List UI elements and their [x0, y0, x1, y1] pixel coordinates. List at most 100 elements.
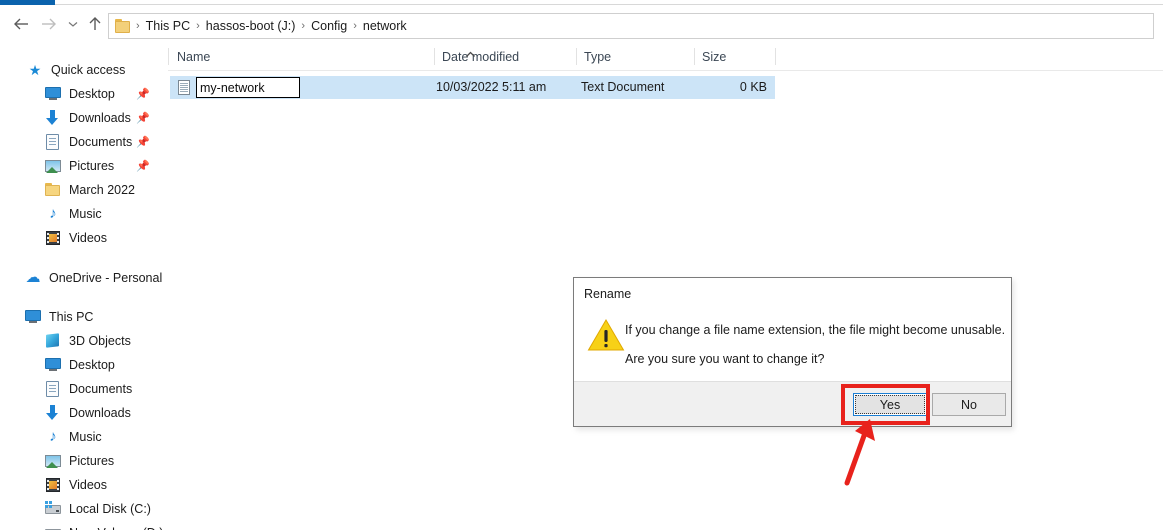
music-icon: ♪: [49, 428, 57, 445]
up-one-level-button[interactable]: [84, 14, 106, 34]
arrow-up-icon: [87, 15, 103, 33]
monitor-icon: [44, 86, 62, 102]
column-header-row: Name Date modified Type Size: [168, 45, 1163, 70]
text-file-icon: [178, 80, 191, 96]
sidebar-item-new-volume-d[interactable]: New Volume (D:): [0, 521, 167, 530]
sidebar-item-label: Downloads: [69, 406, 131, 420]
sidebar-item-label: Documents: [69, 382, 133, 396]
sidebar-item-downloads-pc[interactable]: Downloads: [0, 401, 167, 425]
breadcrumb-this-pc[interactable]: This PC: [141, 17, 195, 35]
sidebar-item-onedrive[interactable]: ☁ OneDrive - Personal: [0, 266, 167, 290]
sidebar-item-label: Videos: [69, 231, 107, 245]
cube-icon: [44, 333, 62, 349]
pin-icon[interactable]: 📌: [136, 112, 150, 125]
harddisk-icon: [44, 501, 62, 517]
sidebar-item-label: Music: [69, 207, 102, 221]
cell-type: Text Document: [581, 80, 665, 94]
column-header-underline: [168, 70, 1163, 71]
sidebar-item-label: Documents: [69, 135, 133, 149]
sidebar-item-documents-pc[interactable]: Documents: [0, 377, 167, 401]
dialog-message-line-2: Are you sure you want to change it?: [625, 352, 825, 366]
star-pin-icon: ★: [28, 62, 42, 78]
music-icon: ♪: [49, 205, 57, 222]
address-bar[interactable]: › This PC › hassos-boot (J:) › Config › …: [108, 13, 1154, 39]
navigation-pane: ★ Quick access Desktop 📌 Downloads 📌 Doc…: [0, 41, 167, 530]
sidebar-item-desktop-pc[interactable]: Desktop: [0, 353, 167, 377]
document-icon: [44, 381, 62, 397]
cell-size: 0 KB: [739, 80, 767, 94]
sidebar-item-label: This PC: [49, 310, 94, 324]
monitor-icon: [44, 357, 62, 373]
sidebar-item-pictures[interactable]: Pictures 📌: [0, 154, 167, 178]
rename-confirmation-dialog: Rename If you change a file name extensi…: [573, 277, 1012, 427]
arrow-right-icon: [40, 16, 58, 32]
sidebar-item-desktop[interactable]: Desktop 📌: [0, 82, 167, 106]
sidebar-item-label: Desktop: [69, 358, 115, 372]
no-button[interactable]: No: [932, 393, 1006, 416]
warning-triangle-icon: [587, 318, 625, 352]
column-header-date-modified[interactable]: Date modified: [442, 50, 519, 64]
dialog-button-bar: Yes No: [574, 381, 1011, 426]
sidebar-item-label: Local Disk (C:): [69, 502, 151, 516]
column-divider[interactable]: [694, 48, 695, 65]
pin-icon[interactable]: 📌: [136, 136, 150, 149]
video-icon: [44, 477, 62, 493]
column-divider[interactable]: [576, 48, 577, 65]
sidebar-item-music[interactable]: ♪ Music: [0, 202, 167, 226]
document-icon: [44, 134, 62, 150]
cell-date-modified: 10/03/2022 5:11 am: [436, 80, 547, 94]
sidebar-item-3d-objects[interactable]: 3D Objects: [0, 329, 167, 353]
sidebar-item-videos-pc[interactable]: Videos: [0, 473, 167, 497]
sidebar-item-label: Pictures: [69, 454, 115, 468]
arrow-left-icon: [12, 16, 30, 32]
sidebar-item-pictures-pc[interactable]: Pictures: [0, 449, 167, 473]
ribbon-tab-accent: [0, 0, 55, 5]
folder-icon: [115, 19, 132, 33]
sidebar-item-label: New Volume (D:): [69, 526, 163, 530]
sidebar-item-march-2022[interactable]: March 2022: [0, 178, 167, 202]
monitor-icon: [24, 309, 42, 325]
pictures-icon: [44, 158, 62, 174]
sidebar-item-videos[interactable]: Videos: [0, 226, 167, 250]
pin-icon[interactable]: 📌: [136, 88, 150, 101]
column-divider[interactable]: [775, 48, 776, 65]
pin-icon[interactable]: 📌: [136, 160, 150, 173]
column-divider[interactable]: [168, 48, 169, 65]
sidebar-item-label: Music: [69, 430, 102, 444]
recent-locations-button[interactable]: [62, 14, 84, 34]
column-header-name[interactable]: Name: [177, 50, 210, 64]
dialog-message-line-1: If you change a file name extension, the…: [625, 323, 1006, 337]
navigation-bar: › This PC › hassos-boot (J:) › Config › …: [0, 6, 1163, 40]
column-header-type[interactable]: Type: [584, 50, 611, 64]
folder-icon: [44, 182, 62, 198]
rename-input[interactable]: my-network: [196, 77, 300, 98]
sidebar-item-label: Pictures: [69, 159, 115, 173]
sidebar-item-label: Quick access: [51, 63, 126, 77]
file-explorer-window: › This PC › hassos-boot (J:) › Config › …: [0, 0, 1163, 530]
sidebar-item-documents[interactable]: Documents 📌: [0, 130, 167, 154]
column-divider[interactable]: [434, 48, 435, 65]
harddisk-icon: [44, 525, 62, 530]
forward-button[interactable]: [38, 14, 60, 34]
chevron-down-icon: [67, 19, 79, 29]
sidebar-item-downloads[interactable]: Downloads 📌: [0, 106, 167, 130]
sidebar-item-label: Downloads: [69, 111, 131, 125]
sidebar-item-label: 3D Objects: [69, 334, 131, 348]
breadcrumb-network[interactable]: network: [358, 17, 412, 35]
breadcrumb-hassos-boot[interactable]: hassos-boot (J:): [201, 17, 301, 35]
sidebar-item-music-pc[interactable]: ♪ Music: [0, 425, 167, 449]
table-row[interactable]: my-network 10/03/2022 5:11 am Text Docum…: [170, 76, 775, 99]
sidebar-item-quick-access[interactable]: ★ Quick access: [0, 58, 167, 82]
breadcrumb-config[interactable]: Config: [306, 17, 352, 35]
cloud-icon: ☁: [25, 269, 41, 286]
sidebar-item-this-pc[interactable]: This PC: [0, 305, 167, 329]
column-header-size[interactable]: Size: [702, 50, 726, 64]
ribbon-divider: [55, 4, 1163, 5]
video-icon: [44, 230, 62, 246]
sidebar-item-label: Desktop: [69, 87, 115, 101]
sidebar-item-local-disk-c[interactable]: Local Disk (C:): [0, 497, 167, 521]
back-button[interactable]: [10, 14, 32, 34]
annotation-arrow-up-right-icon: [825, 415, 885, 487]
download-icon: [44, 405, 62, 421]
sidebar-item-label: OneDrive - Personal: [49, 271, 163, 285]
